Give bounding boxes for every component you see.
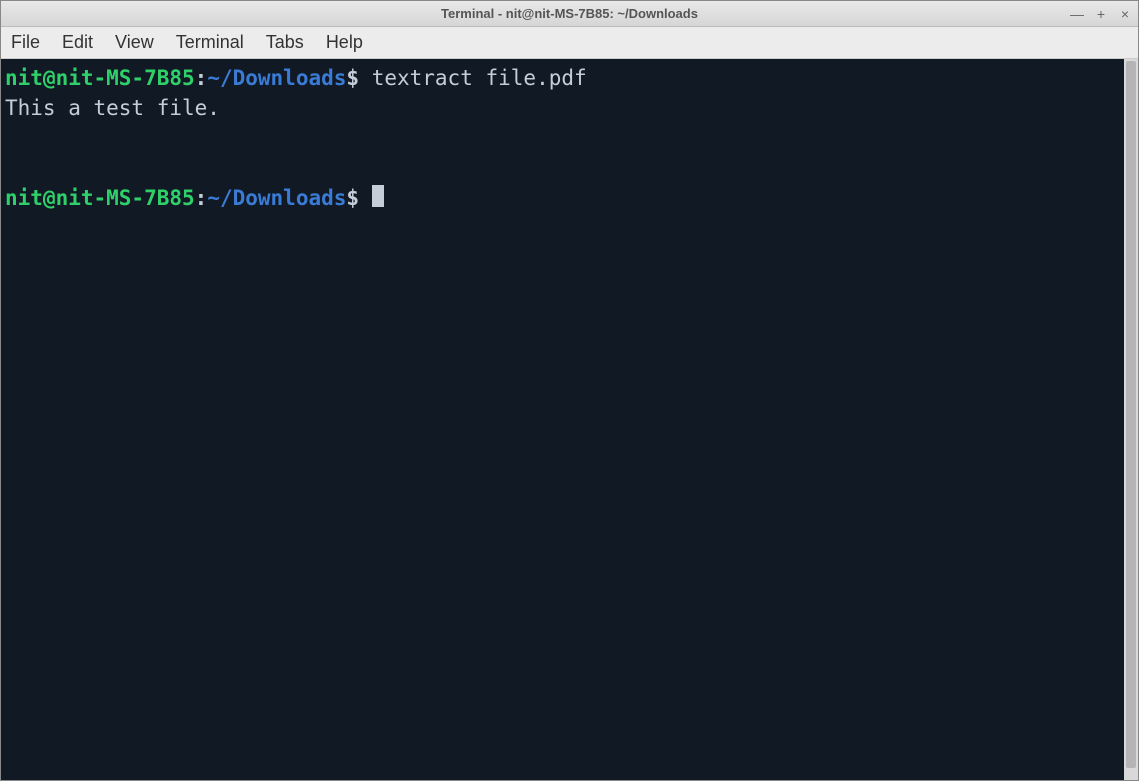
scrollbar-thumb[interactable]: [1126, 61, 1136, 768]
window-title: Terminal - nit@nit-MS-7B85: ~/Downloads: [441, 6, 698, 21]
prompt-path-2: ~/Downloads: [207, 186, 346, 210]
close-button[interactable]: ×: [1118, 6, 1132, 22]
prompt-colon: :: [195, 66, 208, 90]
terminal-output[interactable]: nit@nit-MS-7B85:~/Downloads$ textract fi…: [1, 59, 1124, 780]
menu-bar: File Edit View Terminal Tabs Help: [1, 27, 1138, 59]
menu-view[interactable]: View: [115, 32, 154, 53]
terminal-area: nit@nit-MS-7B85:~/Downloads$ textract fi…: [1, 59, 1138, 780]
menu-edit[interactable]: Edit: [62, 32, 93, 53]
prompt-path: ~/Downloads: [207, 66, 346, 90]
minimize-button[interactable]: —: [1070, 6, 1084, 22]
window-titlebar[interactable]: Terminal - nit@nit-MS-7B85: ~/Downloads …: [1, 1, 1138, 27]
terminal-window: Terminal - nit@nit-MS-7B85: ~/Downloads …: [0, 0, 1139, 781]
command-line-1: textract file.pdf: [372, 66, 587, 90]
prompt-colon-2: :: [195, 186, 208, 210]
maximize-button[interactable]: +: [1094, 6, 1108, 22]
prompt-user-host: nit@nit-MS-7B85: [5, 66, 195, 90]
window-controls: — + ×: [1070, 1, 1132, 26]
output-line-1: This a test file.: [5, 96, 220, 120]
menu-help[interactable]: Help: [326, 32, 363, 53]
vertical-scrollbar[interactable]: [1124, 59, 1138, 780]
prompt-symbol: $: [346, 66, 359, 90]
prompt-user-host-2: nit@nit-MS-7B85: [5, 186, 195, 210]
prompt-symbol-2: $: [346, 186, 359, 210]
menu-terminal[interactable]: Terminal: [176, 32, 244, 53]
menu-file[interactable]: File: [11, 32, 40, 53]
cursor-block: [372, 185, 384, 207]
menu-tabs[interactable]: Tabs: [266, 32, 304, 53]
